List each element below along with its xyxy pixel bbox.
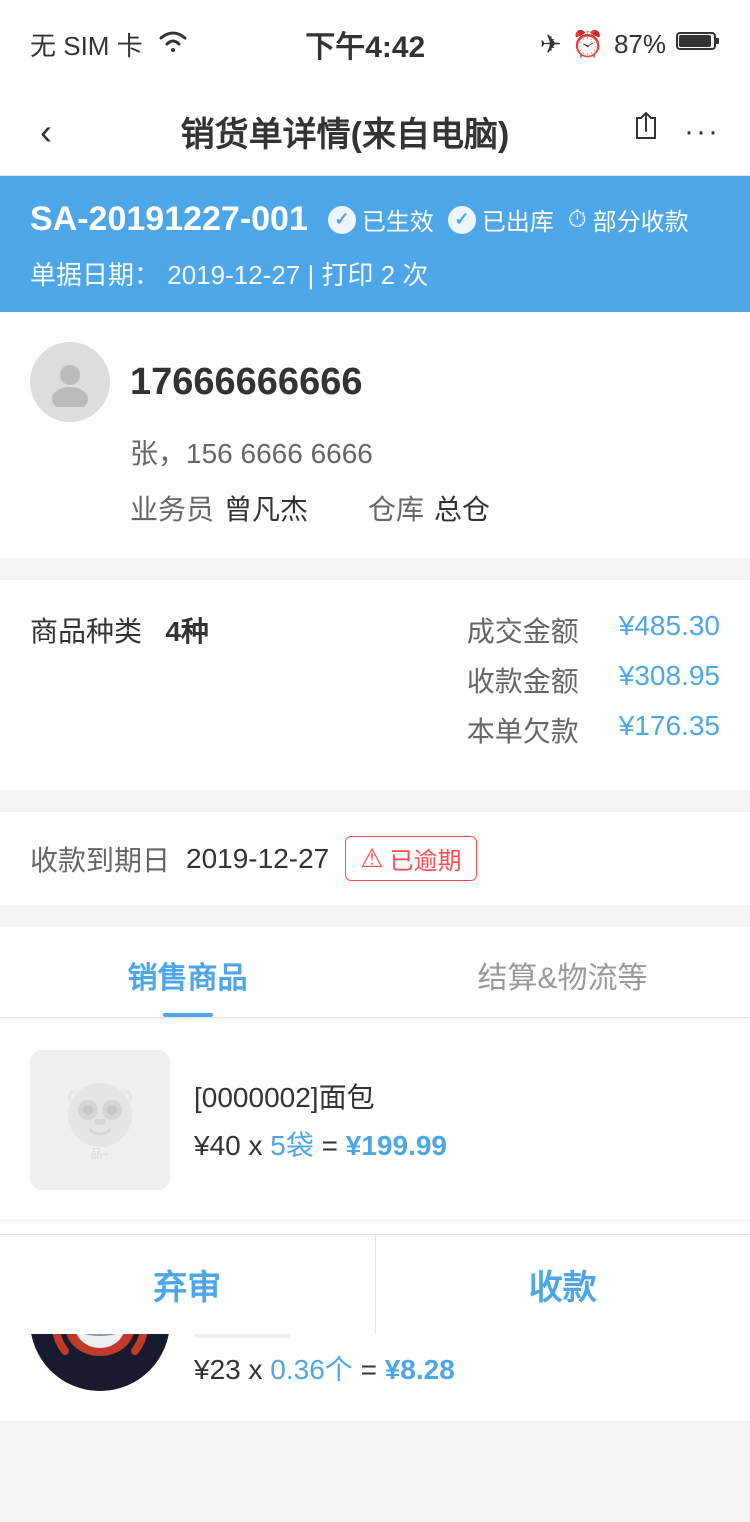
order-date: 2019-12-27 [167, 260, 300, 290]
due-date: 2019-12-27 [186, 843, 329, 875]
print-label: | 打印 [307, 260, 380, 290]
due-label: 收款到期日 [30, 839, 170, 879]
nav-actions: ··· [628, 109, 720, 154]
header-banner: SA-20191227-001 ✓ 已生效 ✓ 已出库 ⏱ 部分收款 单据日期：… [0, 176, 750, 312]
back-button[interactable]: ‹ [30, 101, 62, 163]
divider-1 [0, 560, 750, 580]
customer-contact: 张，156 6666 6666 [130, 432, 720, 472]
location-icon: ✈ [540, 29, 562, 60]
debt-label: 本单欠款 [467, 710, 579, 750]
bottom-bar: 弃审 收款 [0, 1234, 750, 1334]
nav-bar: ‹ 销货单详情(来自电脑) ··· [0, 88, 750, 176]
price-eq-2: = [361, 1354, 385, 1385]
svg-text:品+: 品+ [90, 1147, 109, 1161]
status-left: 无 SIM 卡 [30, 26, 191, 63]
tab-underline [163, 1013, 213, 1017]
received-row: 收款金额 ¥308.95 [467, 660, 720, 700]
stats-section: 商品种类 4种 成交金额 ¥485.30 收款金额 ¥308.95 本单欠款 ¥… [0, 580, 750, 790]
price-total-1: ¥199.99 [346, 1130, 447, 1161]
stats-type: 商品种类 4种 [30, 610, 209, 650]
amount-label: 成交金额 [467, 610, 579, 650]
print-count: 2 [381, 260, 395, 290]
overdue-text: 已逾期 [390, 841, 462, 876]
warehouse: 仓库 总仓 [368, 488, 490, 528]
tab-settlement[interactable]: 结算&物流等 [375, 927, 750, 1017]
debt-row: 本单欠款 ¥176.35 [467, 710, 720, 750]
customer-section: 17666666666 张，156 6666 6666 业务员 曾凡杰 仓库 总… [0, 312, 750, 558]
alarm-icon: ⏰ [572, 29, 604, 60]
product-item: 品+ [0000002]面包 ¥40 x 5袋 = ¥199.99 [0, 1020, 750, 1221]
price-qty-2: 0.36个 [270, 1354, 353, 1385]
product-price-2: ¥23 x 0.36个 = ¥8.28 [194, 1348, 720, 1388]
print-suffix: 次 [402, 260, 428, 290]
tab-products[interactable]: 销售商品 [0, 927, 375, 1017]
price-base-2: ¥23 x [194, 1354, 270, 1385]
battery-icon [676, 29, 720, 60]
tabs-row: 销售商品 结算&物流等 [0, 927, 750, 1018]
tabs-section: 销售商品 结算&物流等 [0, 927, 750, 1018]
status-badge-partial: ⏱ 部分收款 [568, 202, 689, 237]
status-badges: ✓ 已生效 ✓ 已出库 ⏱ 部分收款 [328, 202, 689, 237]
customer-row: 17666666666 [30, 342, 720, 422]
check-icon-2: ✓ [448, 206, 476, 234]
price-base-1: ¥40 x [194, 1130, 270, 1161]
check-icon-1: ✓ [328, 206, 356, 234]
product-thumbnail-1: 品+ [30, 1050, 170, 1190]
status-badge-shipped: ✓ 已出库 [448, 202, 554, 237]
price-eq-1: = [322, 1130, 346, 1161]
status-right: ✈ ⏰ 87% [540, 29, 720, 60]
stats-amounts: 成交金额 ¥485.30 收款金额 ¥308.95 本单欠款 ¥176.35 [467, 610, 720, 760]
received-value: ¥308.95 [619, 660, 720, 700]
avatar [30, 342, 110, 422]
carrier-text: 无 SIM 卡 [30, 26, 143, 63]
banner-row1: SA-20191227-001 ✓ 已生效 ✓ 已出库 ⏱ 部分收款 [30, 200, 720, 239]
debt-value: ¥176.35 [619, 710, 720, 750]
more-icon[interactable]: ··· [684, 115, 720, 149]
received-label: 收款金额 [467, 660, 579, 700]
product-name-1: [0000002]面包 [194, 1076, 720, 1116]
divider-2 [0, 792, 750, 812]
page-title: 销货单详情(来自电脑) [181, 107, 510, 156]
banner-date-row: 单据日期： 2019-12-27 | 打印 2 次 [30, 255, 720, 292]
sales-name: 曾凡杰 [224, 488, 308, 528]
status-bar: 无 SIM 卡 下午4:42 ✈ ⏰ 87% [0, 0, 750, 88]
price-qty-1: 5袋 [270, 1130, 314, 1161]
status-time: 下午4:42 [305, 22, 425, 66]
collect-payment-button[interactable]: 收款 [376, 1235, 750, 1334]
clock-icon: ⏱ [568, 206, 587, 234]
sales-person: 业务员 曾凡杰 [130, 488, 308, 528]
warehouse-label: 仓库 [368, 488, 424, 528]
divider-3 [0, 907, 750, 927]
date-label: 单据日期： [30, 260, 160, 290]
type-count: 4种 [165, 616, 209, 647]
status-badge-effective: ✓ 已生效 [328, 202, 434, 237]
warehouse-name: 总仓 [434, 488, 490, 528]
bottom-spacer [0, 1422, 750, 1522]
overdue-icon: ⚠ [360, 843, 383, 874]
price-total-2: ¥8.28 [385, 1354, 455, 1385]
product-price-1: ¥40 x 5袋 = ¥199.99 [194, 1124, 720, 1164]
type-label: 商品种类 [30, 616, 142, 647]
overdue-badge: ⚠ 已逾期 [345, 836, 476, 881]
customer-meta: 业务员 曾凡杰 仓库 总仓 [130, 488, 720, 528]
customer-id: 17666666666 [130, 361, 362, 404]
amount-value: ¥485.30 [619, 610, 720, 650]
amount-row: 成交金额 ¥485.30 [467, 610, 720, 650]
cancel-review-button[interactable]: 弃审 [0, 1235, 376, 1334]
products-section: 品+ [0000002]面包 ¥40 x 5袋 = ¥199.99 [0, 1020, 750, 1422]
order-id: SA-20191227-001 [30, 200, 308, 239]
product-info-1: [0000002]面包 ¥40 x 5袋 = ¥199.99 [194, 1076, 720, 1164]
wifi-icon [155, 28, 191, 61]
share-icon[interactable] [628, 109, 664, 154]
due-section: 收款到期日 2019-12-27 ⚠ 已逾期 [0, 812, 750, 905]
sales-label: 业务员 [130, 488, 214, 528]
battery-text: 87% [614, 29, 666, 60]
